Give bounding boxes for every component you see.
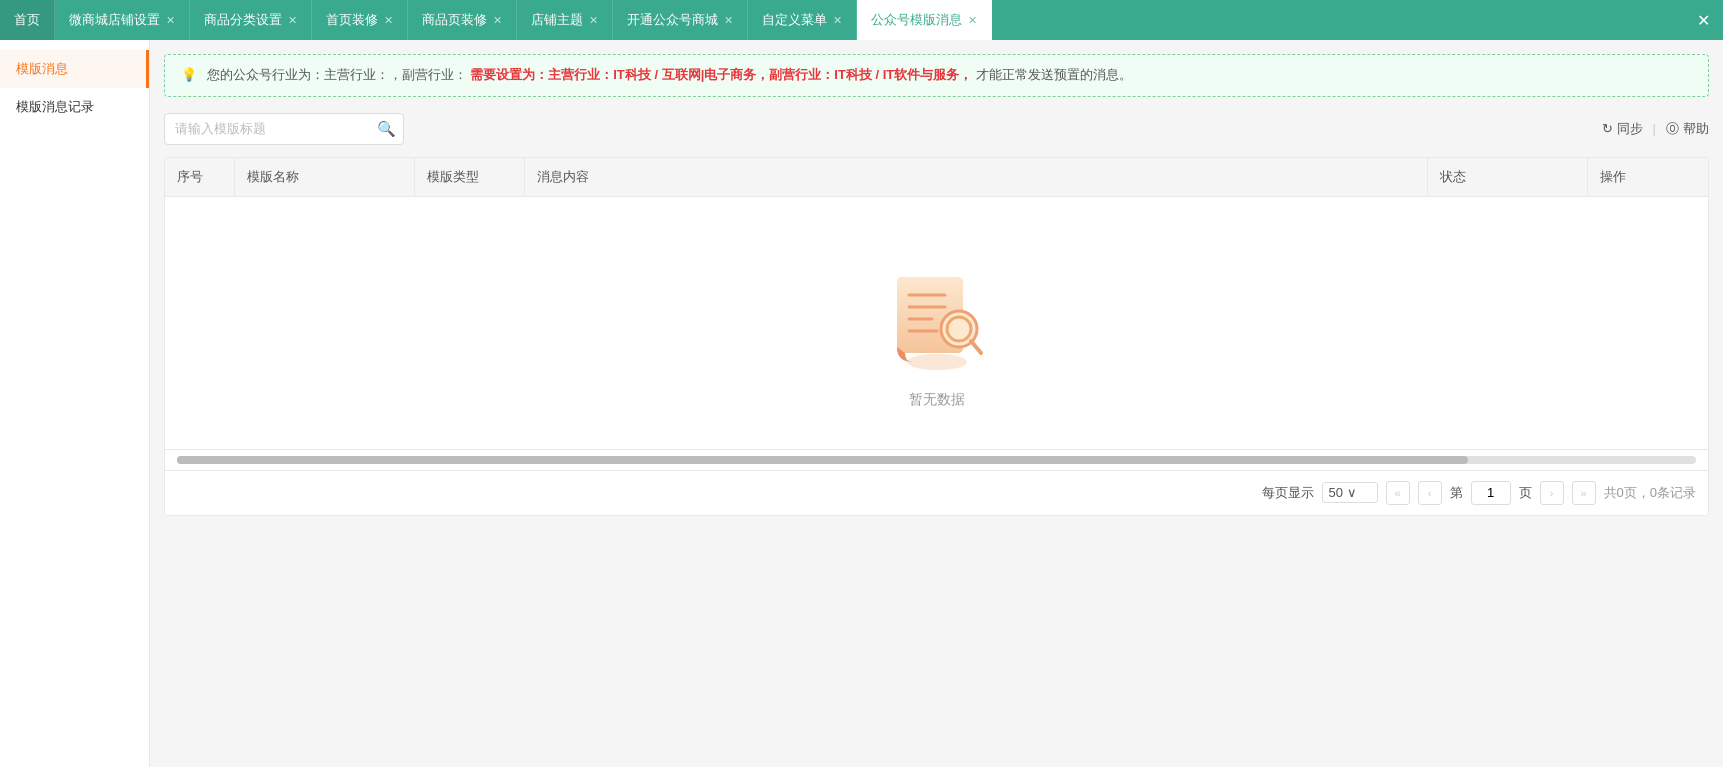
help-button[interactable]: ⓪ 帮助 [1666, 120, 1709, 138]
main-content: 💡 您的公众号行业为：主营行业：，副营行业： 需要设置为：主营行业：IT科技 /… [150, 40, 1723, 767]
next-page-button[interactable]: › [1540, 481, 1564, 505]
first-page-icon: « [1394, 487, 1400, 499]
empty-icon [877, 257, 997, 377]
page-number-input[interactable] [1471, 481, 1511, 505]
tab-template-msg-label: 公众号模版消息 [871, 11, 962, 29]
global-close-button[interactable]: ✕ [1683, 0, 1723, 40]
sidebar-item-template-record[interactable]: 模版消息记录 [0, 88, 149, 126]
notice-box: 💡 您的公众号行业为：主营行业：，副营行业： 需要设置为：主营行业：IT科技 /… [164, 54, 1709, 97]
notice-suffix: 才能正常发送预置的消息。 [976, 67, 1132, 82]
tab-home[interactable]: 首页 [0, 0, 55, 40]
help-icon: ⓪ [1666, 120, 1679, 138]
tab-theme-label: 店铺主题 [531, 11, 583, 29]
last-page-icon: » [1580, 487, 1586, 499]
data-table: 序号 模版名称 模版类型 消息内容 状态 操作 [164, 157, 1709, 516]
sidebar: 模版消息 模版消息记录 [0, 40, 150, 767]
top-navigation: 首页 微商城店铺设置 ✕ 商品分类设置 ✕ 首页装修 ✕ 商品页装修 ✕ 店铺主… [0, 0, 1723, 40]
notice-prefix: 您的公众号行业为：主营行业：，副营行业： [207, 67, 467, 82]
tab-category[interactable]: 商品分类设置 ✕ [190, 0, 312, 40]
search-bar: 🔍 ↻ 同步 | ⓪ 帮助 [164, 113, 1709, 145]
th-type: 模版类型 [415, 158, 525, 196]
main-layout: 模版消息 模版消息记录 💡 您的公众号行业为：主营行业：，副营行业： 需要设置为… [0, 40, 1723, 767]
sidebar-item-label: 模版消息 [16, 61, 68, 76]
close-icon[interactable]: ✕ [589, 14, 598, 27]
next-page-icon: › [1550, 487, 1554, 499]
scrollbar-thumb[interactable] [177, 456, 1468, 464]
total-info: 共0页，0条记录 [1604, 484, 1696, 502]
close-icon[interactable]: ✕ [833, 14, 842, 27]
page-size-select[interactable]: 50 ∨ [1322, 482, 1378, 503]
empty-state: 暂无数据 [165, 197, 1708, 449]
page-size-label: 每页显示 [1262, 484, 1314, 502]
chevron-down-icon: ∨ [1347, 485, 1357, 500]
help-label: 帮助 [1683, 120, 1709, 138]
tab-open-mall[interactable]: 开通公众号商城 ✕ [613, 0, 748, 40]
tab-custom-menu-label: 自定义菜单 [762, 11, 827, 29]
action-divider: | [1653, 121, 1656, 136]
close-icon[interactable]: ✕ [968, 14, 977, 27]
notice-icon: 💡 [181, 67, 197, 82]
page-size-value: 50 [1329, 485, 1343, 500]
sync-button[interactable]: ↻ 同步 [1602, 120, 1643, 138]
th-name: 模版名称 [235, 158, 415, 196]
close-icon[interactable]: ✕ [493, 14, 502, 27]
table-header: 序号 模版名称 模版类型 消息内容 状态 操作 [165, 158, 1708, 197]
prev-page-icon: ‹ [1428, 487, 1432, 499]
th-action: 操作 [1588, 158, 1708, 196]
search-input[interactable] [164, 113, 404, 145]
sidebar-item-template-msg[interactable]: 模版消息 [0, 50, 149, 88]
tab-theme[interactable]: 店铺主题 ✕ [517, 0, 613, 40]
tab-home-label: 首页 [14, 11, 40, 29]
search-input-wrap: 🔍 [164, 113, 404, 145]
th-index: 序号 [165, 158, 235, 196]
page-di-label: 第 [1450, 484, 1463, 502]
tab-home-decor[interactable]: 首页装修 ✕ [312, 0, 408, 40]
tab-custom-menu[interactable]: 自定义菜单 ✕ [748, 0, 857, 40]
tab-template-msg[interactable]: 公众号模版消息 ✕ [857, 0, 992, 40]
close-icon[interactable]: ✕ [166, 14, 175, 27]
svg-point-0 [907, 354, 967, 370]
svg-line-7 [971, 341, 981, 353]
th-status: 状态 [1428, 158, 1588, 196]
tab-open-mall-label: 开通公众号商城 [627, 11, 718, 29]
tab-shop-setting-label: 微商城店铺设置 [69, 11, 160, 29]
tab-home-decor-label: 首页装修 [326, 11, 378, 29]
first-page-button[interactable]: « [1386, 481, 1410, 505]
prev-page-button[interactable]: ‹ [1418, 481, 1442, 505]
pagination: 每页显示 50 ∨ « ‹ 第 页 › » [165, 470, 1708, 515]
sync-label: 同步 [1617, 120, 1643, 138]
horizontal-scrollbar[interactable] [165, 449, 1708, 470]
right-actions: ↻ 同步 | ⓪ 帮助 [1602, 120, 1709, 138]
close-icon[interactable]: ✕ [384, 14, 393, 27]
last-page-button[interactable]: » [1572, 481, 1596, 505]
empty-text: 暂无数据 [909, 391, 965, 409]
close-icon[interactable]: ✕ [724, 14, 733, 27]
page-unit-label: 页 [1519, 484, 1532, 502]
tab-shop-setting[interactable]: 微商城店铺设置 ✕ [55, 0, 190, 40]
tab-product-decor-label: 商品页装修 [422, 11, 487, 29]
tab-category-label: 商品分类设置 [204, 11, 282, 29]
scrollbar-track[interactable] [177, 456, 1696, 464]
notice-highlight: 需要设置为：主营行业：IT科技 / 互联网|电子商务，副营行业：IT科技 / I… [470, 67, 972, 82]
th-content: 消息内容 [525, 158, 1428, 196]
sync-icon: ↻ [1602, 121, 1613, 136]
tab-product-decor[interactable]: 商品页装修 ✕ [408, 0, 517, 40]
sidebar-item-label: 模版消息记录 [16, 99, 94, 114]
close-icon[interactable]: ✕ [288, 14, 297, 27]
search-button[interactable]: 🔍 [377, 120, 396, 138]
